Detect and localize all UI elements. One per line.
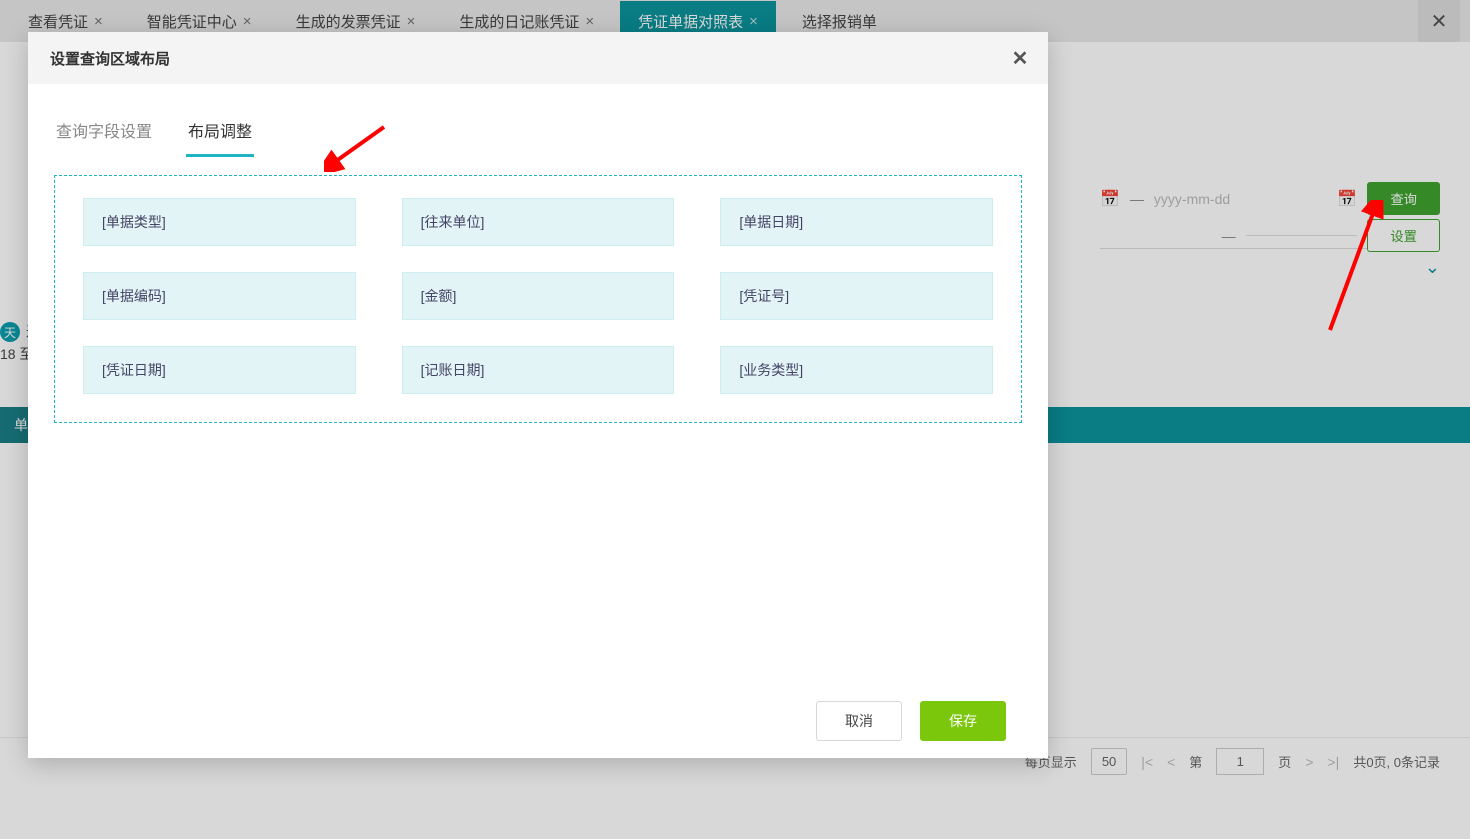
field-tile[interactable]: [凭证号] [720,272,993,320]
field-tile[interactable]: [往来单位] [402,198,675,246]
layout-settings-modal: 设置查询区域布局 ✕ 查询字段设置 布局调整 [单据类型] [往来单位] [单据… [28,32,1048,758]
modal-footer: 取消 保存 [28,684,1048,758]
modal-header: 设置查询区域布局 ✕ [28,32,1048,84]
cancel-button[interactable]: 取消 [816,701,902,741]
field-tile[interactable]: [金额] [402,272,675,320]
field-tile[interactable]: [单据日期] [720,198,993,246]
modal-title: 设置查询区域布局 [50,48,170,69]
field-tile[interactable]: [单据类型] [83,198,356,246]
close-icon[interactable]: ✕ [1006,44,1034,72]
modal-body: 查询字段设置 布局调整 [单据类型] [往来单位] [单据日期] [单据编码] … [28,84,1048,684]
field-tile[interactable]: [单据编码] [83,272,356,320]
modal-tabs: 查询字段设置 布局调整 [54,94,1022,157]
field-tile[interactable]: [记账日期] [402,346,675,394]
save-button[interactable]: 保存 [920,701,1006,741]
tab-layout-adjust[interactable]: 布局调整 [186,108,254,157]
field-tile[interactable]: [业务类型] [720,346,993,394]
tab-query-fields[interactable]: 查询字段设置 [54,108,154,157]
field-tile[interactable]: [凭证日期] [83,346,356,394]
layout-grid: [单据类型] [往来单位] [单据日期] [单据编码] [金额] [凭证号] [… [54,175,1022,423]
